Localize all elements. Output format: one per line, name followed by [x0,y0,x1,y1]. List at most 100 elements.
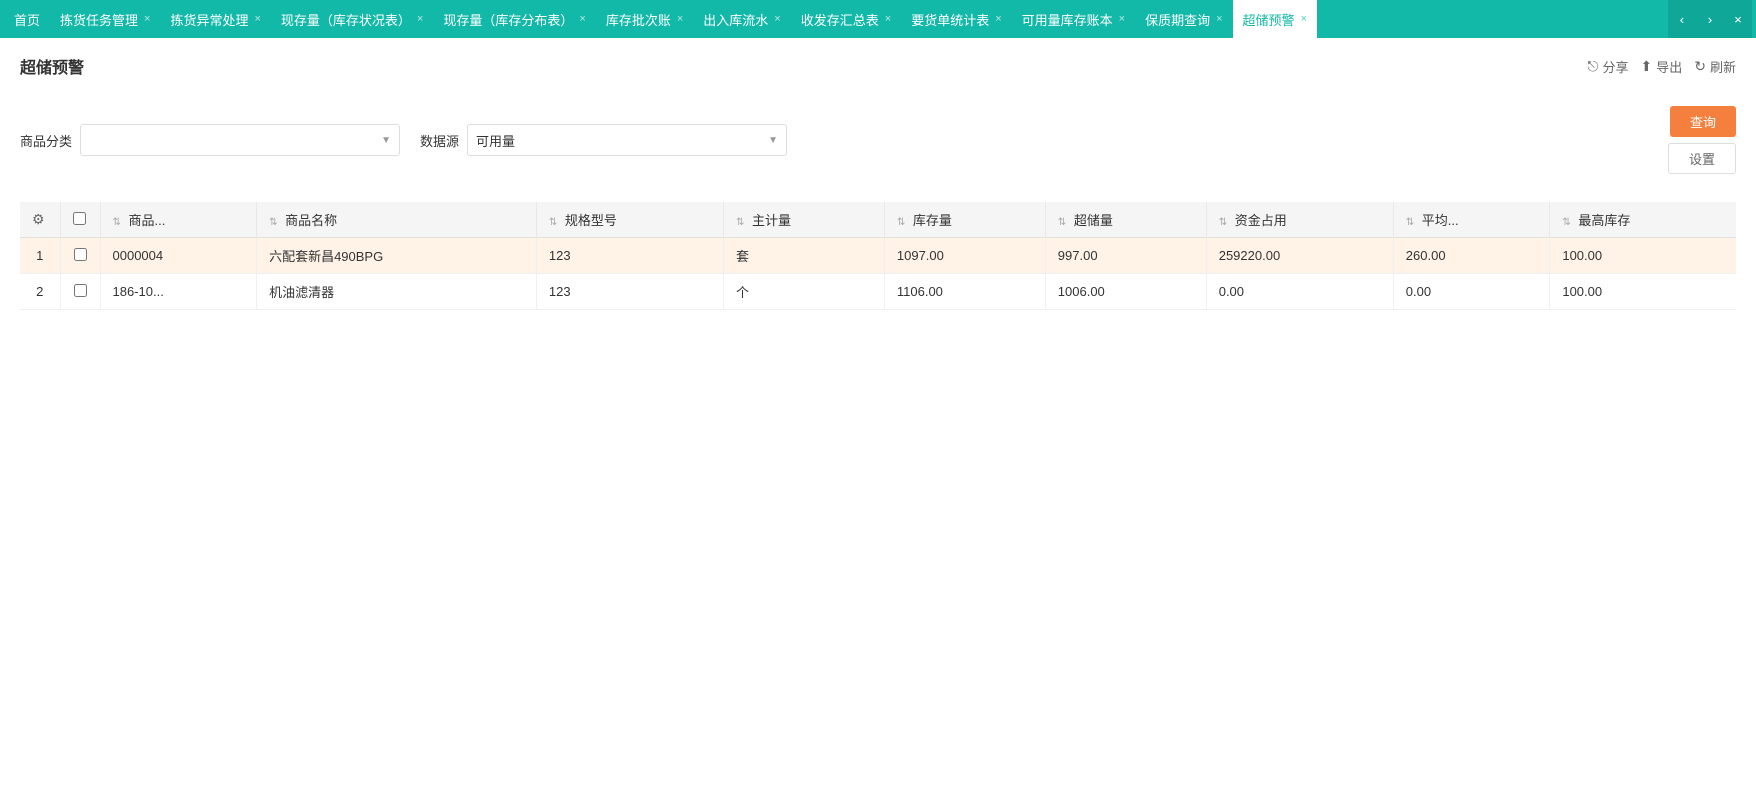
col-max-stock-label: 最高库存 [1578,213,1630,228]
sort-icon: ⇅ [113,217,121,228]
nav-arrows: ‹ › × [1668,0,1752,38]
row-checkbox[interactable] [74,248,87,261]
row-checkbox-cell [60,238,100,274]
col-stock[interactable]: ⇅ 库存量 [884,202,1045,238]
query-button[interactable]: 查询 [1670,106,1736,137]
sort-icon: ⇅ [1562,217,1570,228]
col-checkbox-header [60,202,100,238]
nav-arrow-right[interactable]: › [1696,0,1724,38]
header-actions: ⎋ 分享 ⬆ 导出 ↻ 刷新 [1587,57,1736,76]
datasource-label: 数据源 [420,131,459,150]
cell-capital: 259220.00 [1206,238,1393,274]
sort-icon: ⇅ [897,217,905,228]
nav-close-icon[interactable]: × [1216,13,1222,25]
cell-spec: 123 [536,274,723,310]
nav-close-icon[interactable]: × [1119,13,1125,25]
page-content: 超储预警 ⎋ 分享 ⬆ 导出 ↻ 刷新 商品分类 ▼ 数据源 [0,38,1756,800]
nav-item-label: 要货单统计表 [911,10,989,29]
datasource-select-text: 可用量 [476,131,515,150]
col-capital-label: 资金占用 [1235,213,1287,228]
category-label: 商品分类 [20,131,72,150]
nav-item-label: 超储预警 [1243,10,1295,29]
cell-capital: 0.00 [1206,274,1393,310]
cell-max-stock: 100.00 [1550,238,1736,274]
settings-button[interactable]: 设置 [1668,143,1736,174]
nav-item-8[interactable]: 要货单统计表 × [901,0,1011,38]
nav-close-icon[interactable]: × [995,13,1001,25]
datasource-select[interactable]: 可用量 ▼ [467,124,787,156]
export-icon: ⬆ [1641,58,1653,75]
page-header: 超储预警 ⎋ 分享 ⬆ 导出 ↻ 刷新 [20,54,1736,78]
category-chevron-icon: ▼ [381,135,391,146]
nav-close-icon[interactable]: × [144,13,150,25]
sort-icon: ⇅ [736,217,744,228]
col-stock-label: 库存量 [913,213,952,228]
nav-item-7[interactable]: 收发存汇总表× [791,0,901,38]
col-overstock[interactable]: ⇅ 超储量 [1045,202,1206,238]
share-icon: ⎋ [1587,58,1598,75]
cell-avg: 260.00 [1393,238,1550,274]
datasource-chevron-icon: ▼ [768,135,778,146]
col-product-code-label: 商品... [129,213,166,228]
nav-close-icon[interactable]: × [885,13,891,25]
nav-item-6[interactable]: 出入库流水 × [693,0,790,38]
export-button[interactable]: ⬆ 导出 [1641,57,1683,76]
row-index: 1 [20,238,60,274]
col-spec[interactable]: ⇅ 规格型号 [536,202,723,238]
col-product-code[interactable]: ⇅ 商品... [100,202,257,238]
category-select[interactable]: ▼ [80,124,400,156]
nav-item-2[interactable]: 拣货异常处理 × [160,0,270,38]
sort-icon: ⇅ [269,217,277,228]
nav-arrow-left[interactable]: ‹ [1668,0,1696,38]
category-filter: 商品分类 ▼ [20,124,400,156]
nav-close-icon[interactable]: × [254,13,260,25]
nav-item-0[interactable]: 首页 [4,0,50,38]
col-unit[interactable]: ⇅ 主计量 [723,202,884,238]
nav-item-10[interactable]: 保质期查询 × [1135,0,1232,38]
nav-arrow-close[interactable]: × [1724,0,1752,38]
row-checkbox-cell [60,274,100,310]
nav-close-icon[interactable]: × [677,13,683,25]
nav-close-icon[interactable]: × [417,13,423,25]
col-capital[interactable]: ⇅ 资金占用 [1206,202,1393,238]
cell-product-code: 0000004 [100,238,257,274]
sort-icon: ⇅ [1058,217,1066,228]
nav-item-4[interactable]: 现存量（库存分布表） × [433,0,595,38]
col-avg[interactable]: ⇅ 平均... [1393,202,1550,238]
nav-item-1[interactable]: 拣货任务管理 × [50,0,160,38]
share-button[interactable]: ⎋ 分享 [1587,57,1628,76]
nav-item-label: 现存量（库存分布表） [443,10,573,29]
filter-buttons: 查询 设置 [1668,106,1736,174]
col-max-stock[interactable]: ⇅ 最高库存 [1550,202,1736,238]
row-index: 2 [20,274,60,310]
cell-unit: 套 [723,238,884,274]
nav-close-icon[interactable]: × [774,13,780,25]
nav-item-5[interactable]: 库存批次账× [596,0,693,38]
nav-item-label: 出入库流水 [703,10,768,29]
cell-product-name: 六配套新昌490BPG [257,238,537,274]
gear-icon[interactable]: ⚙ [32,211,45,227]
cell-stock: 1097.00 [884,238,1045,274]
nav-item-9[interactable]: 可用量库存账本 × [1012,0,1135,38]
row-checkbox[interactable] [74,284,87,297]
nav-bar: 首页拣货任务管理×拣货异常处理×现存量（库存状况表）×现存量（库存分布表）×库存… [0,0,1756,38]
nav-item-11[interactable]: 超储预警 × [1233,0,1317,38]
sort-icon: ⇅ [549,217,557,228]
page-title: 超储预警 [20,54,84,78]
nav-item-label: 保质期查询 [1145,10,1210,29]
col-overstock-label: 超储量 [1074,213,1113,228]
nav-item-3[interactable]: 现存量（库存状况表）× [271,0,433,38]
refresh-button[interactable]: ↻ 刷新 [1694,57,1736,76]
nav-close-icon[interactable]: × [579,13,585,25]
nav-item-label: 拣货异常处理 [170,10,248,29]
select-all-checkbox[interactable] [73,212,86,225]
col-product-name[interactable]: ⇅ 商品名称 [257,202,537,238]
datasource-filter: 数据源 可用量 ▼ [420,124,787,156]
nav-close-icon[interactable]: × [1301,13,1307,25]
refresh-icon: ↻ [1694,58,1706,75]
cell-overstock: 1006.00 [1045,274,1206,310]
nav-item-label: 首页 [14,10,40,29]
col-avg-label: 平均... [1422,213,1459,228]
nav-item-label: 可用量库存账本 [1022,10,1113,29]
nav-item-label: 拣货任务管理 [60,10,138,29]
